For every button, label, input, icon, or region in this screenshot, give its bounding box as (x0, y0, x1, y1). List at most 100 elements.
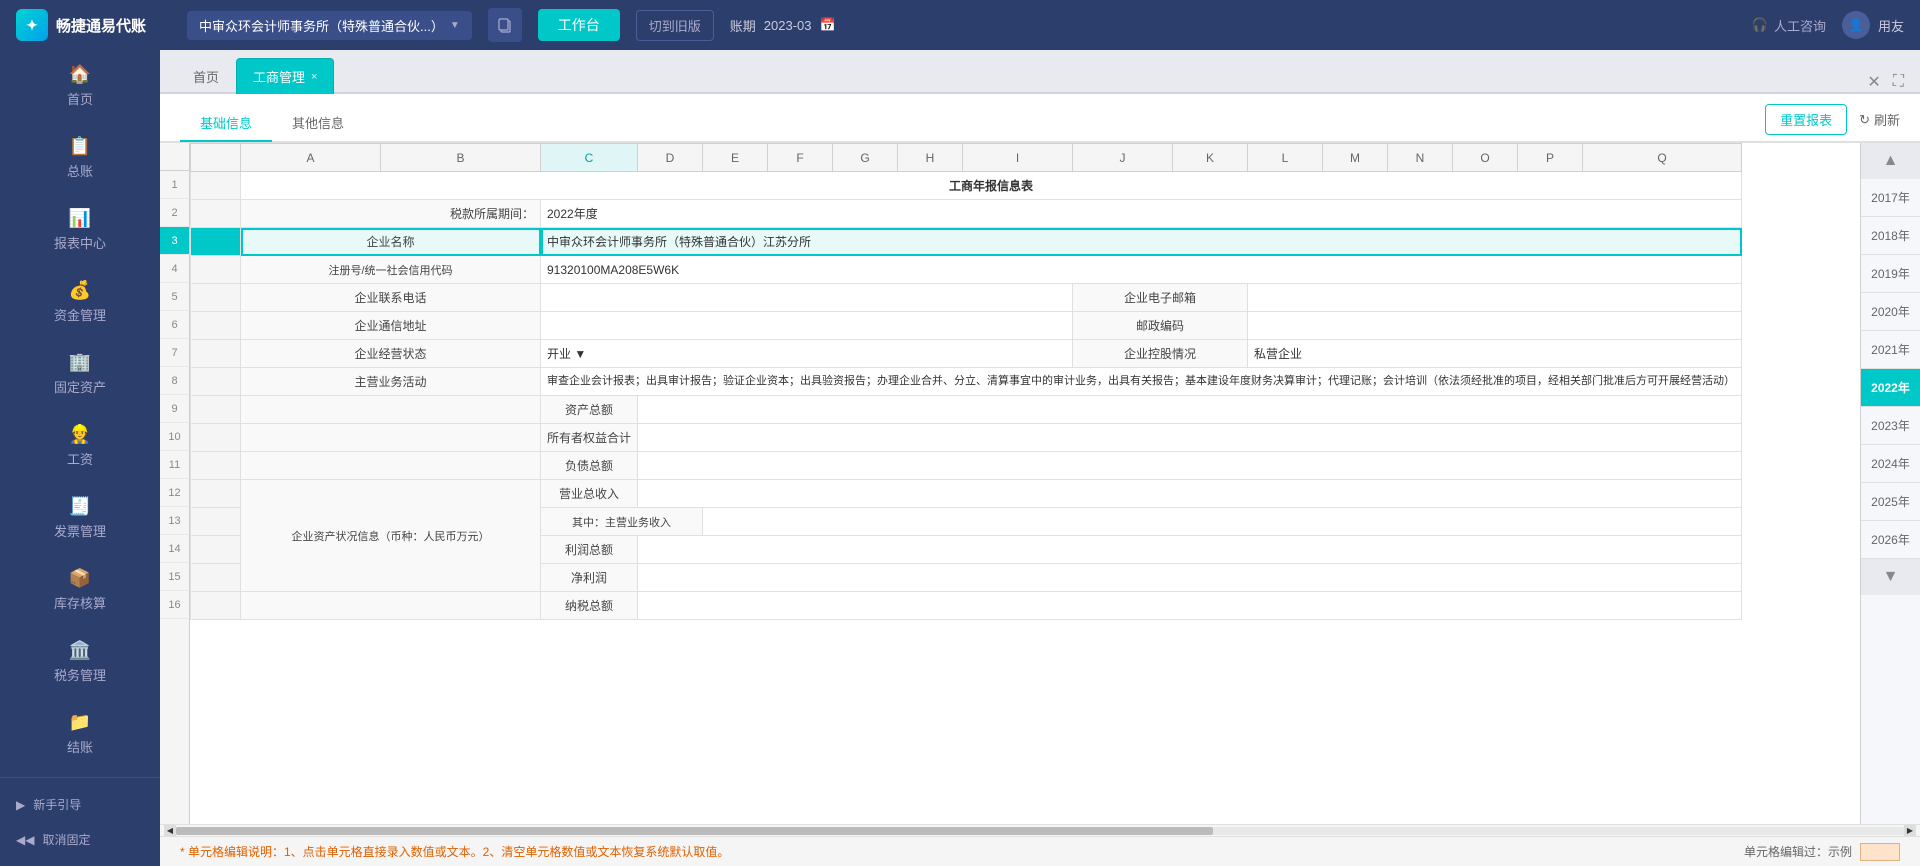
tab-close-icon[interactable]: × (311, 71, 317, 83)
sidebar-scroll: 🏠 首页 📋 总账 📊 报表中心 💰 资金管理 🏢 固定资产 👷 工资 (0, 50, 160, 777)
sheet-main[interactable]: A B C D E F G H I J K L (190, 143, 1860, 824)
year-item-2018[interactable]: 2018年 (1861, 217, 1920, 255)
cell-business-label: 主营业务活动 (241, 368, 541, 396)
cell-holding-label: 企业控股情况 (1073, 340, 1248, 368)
cell-company-value[interactable]: 中审众环会计师事务所（特殊普通合伙）江苏分所 (541, 228, 1742, 256)
reset-report-button[interactable]: 重置报表 (1765, 104, 1847, 135)
calendar-icon[interactable]: 📅 (820, 17, 836, 33)
tab-home[interactable]: 首页 (176, 58, 236, 94)
unpin-button[interactable]: ◀◀ 取消固定 (0, 823, 160, 856)
cell-email-label: 企业电子邮箱 (1073, 284, 1248, 312)
h-scroll-left-btn[interactable]: ◀ (164, 825, 176, 837)
sidebar-label-inventory: 库存核算 (54, 593, 106, 612)
fixed-assets-icon: 🏢 (69, 352, 91, 373)
inner-tab-actions: 重置报表 ↻ 刷新 (1765, 104, 1900, 135)
h-scroll-area[interactable]: ◀ ▶ (160, 824, 1920, 836)
home-icon: 🏠 (69, 64, 91, 85)
col-header-G: G (833, 144, 898, 172)
h-scroll-right-btn[interactable]: ▶ (1904, 825, 1916, 837)
service-button[interactable]: 🎧 人工咨询 (1752, 16, 1826, 35)
col-header-K: K (1173, 144, 1248, 172)
sidebar-item-archive[interactable]: 🗂️ 归档管理 (0, 770, 160, 777)
sidebar-item-report-center[interactable]: 📊 报表中心 (0, 194, 160, 266)
maximize-window-icon[interactable]: ⛶ (1893, 73, 1904, 91)
sidebar-label-close: 结账 (67, 737, 93, 756)
sidebar-item-fund[interactable]: 💰 资金管理 (0, 266, 160, 338)
sidebar-item-tax[interactable]: 🏛️ 税务管理 (0, 626, 160, 698)
sidebar-item-general-ledger[interactable]: 📋 总账 (0, 122, 160, 194)
year-item-2024[interactable]: 2024年 (1861, 445, 1920, 483)
headset-icon: 🎧 (1752, 17, 1768, 33)
cell-equity-value[interactable] (638, 424, 1742, 452)
cell-empty (191, 284, 241, 312)
year-item-2021[interactable]: 2021年 (1861, 331, 1920, 369)
year-item-2026[interactable]: 2026年 (1861, 521, 1920, 559)
content-area: 首页 工商管理 × ✕ ⛶ 基础信息 其他信息 重置报 (160, 50, 1920, 866)
cell-email-value[interactable] (1248, 284, 1742, 312)
cell-title[interactable]: 工商年报信息表 (241, 172, 1742, 200)
sidebar-item-inventory[interactable]: 📦 库存核算 (0, 554, 160, 626)
sidebar-item-close[interactable]: 📁 结账 (0, 698, 160, 770)
cell-main-revenue-value[interactable] (703, 508, 1742, 536)
refresh-button[interactable]: ↻ 刷新 (1859, 110, 1900, 129)
table-row: 企业经营状态 开业 ▼ 企业控股情况 私营企业 (191, 340, 1742, 368)
cell-phone-value[interactable] (541, 284, 1073, 312)
cell-postal-value[interactable] (1248, 312, 1742, 340)
cell-empty (191, 200, 241, 228)
col-header-Q: Q (1583, 144, 1742, 172)
cell-tax-period-value[interactable]: 2022年度 (541, 200, 1742, 228)
cell-empty (191, 340, 241, 368)
cell-revenue-total-value[interactable] (638, 480, 1742, 508)
sidebar-item-invoice[interactable]: 🧾 发票管理 (0, 482, 160, 554)
cell-address-value[interactable] (541, 312, 1073, 340)
cell-total-assets-value[interactable] (638, 396, 1742, 424)
year-item-2020[interactable]: 2020年 (1861, 293, 1920, 331)
inventory-icon: 📦 (69, 568, 91, 589)
inner-tab-basic[interactable]: 基础信息 (180, 105, 272, 142)
col-header-B: B (381, 144, 541, 172)
col-header-E: E (703, 144, 768, 172)
report-icon: 📊 (69, 208, 91, 229)
cell-total-profit-value[interactable] (638, 536, 1742, 564)
h-scroll-track[interactable] (176, 827, 1904, 835)
sidebar-item-home[interactable]: 🏠 首页 (0, 50, 160, 122)
refresh-label: 刷新 (1874, 110, 1900, 129)
cell-total-tax-value[interactable] (638, 592, 1742, 620)
year-item-2022[interactable]: 2022年 (1861, 369, 1920, 407)
table-row: 负债总额 (191, 452, 1742, 480)
new-guide-button[interactable]: ▶ 新手引导 (0, 788, 160, 821)
year-item-2023[interactable]: 2023年 (1861, 407, 1920, 445)
year-item-2019[interactable]: 2019年 (1861, 255, 1920, 293)
year-scroll-up[interactable]: ▲ (1861, 143, 1920, 179)
cell-business-value[interactable]: 审查企业会计报表；出具审计报告；验证企业资本；出具验资报告；办理企业合并、分立、… (541, 368, 1742, 396)
workbench-button[interactable]: 工作台 (538, 9, 620, 41)
h-scroll-thumb[interactable] (176, 827, 1213, 835)
copy-button[interactable] (488, 8, 522, 42)
cell-empty (191, 256, 241, 284)
sidebar-item-fixed-assets[interactable]: 🏢 固定资产 (0, 338, 160, 410)
cell-status-value[interactable]: 开业 ▼ (541, 340, 1073, 368)
year-scroll-down[interactable]: ▼ (1861, 559, 1920, 595)
logo-icon: ✦ (16, 9, 48, 41)
cell-liabilities-value[interactable] (638, 452, 1742, 480)
invoice-icon: 🧾 (69, 496, 91, 517)
tab-business-admin[interactable]: 工商管理 × (236, 58, 334, 94)
cell-status-label: 企业经营状态 (241, 340, 541, 368)
cell-holding-value[interactable]: 私营企业 (1248, 340, 1742, 368)
row-num-7: 7 (160, 339, 189, 367)
sidebar-item-payroll[interactable]: 👷 工资 (0, 410, 160, 482)
close-window-icon[interactable]: ✕ (1867, 72, 1880, 92)
col-header-row: A B C D E F G H I J K L (191, 144, 1742, 172)
cell-equity-label: 所有者权益合计 (541, 424, 638, 452)
year-item-2017[interactable]: 2017年 (1861, 179, 1920, 217)
sidebar-label-home: 首页 (67, 89, 93, 108)
top-header: ✦ 畅捷通易代账 中审众环会计师事务所（特殊普通合伙...） ▼ 工作台 切到旧… (0, 0, 1920, 50)
cell-net-profit-value[interactable] (638, 564, 1742, 592)
old-version-button[interactable]: 切到旧版 (636, 10, 714, 41)
table-row: 企业联系电话 企业电子邮箱 (191, 284, 1742, 312)
year-item-2025[interactable]: 2025年 (1861, 483, 1920, 521)
row-num-12: 12 (160, 479, 189, 507)
cell-reg-no-value[interactable]: 91320100MA208E5W6K (541, 256, 1742, 284)
company-selector[interactable]: 中审众环会计师事务所（特殊普通合伙...） ▼ (187, 11, 472, 40)
inner-tab-other[interactable]: 其他信息 (272, 105, 364, 142)
